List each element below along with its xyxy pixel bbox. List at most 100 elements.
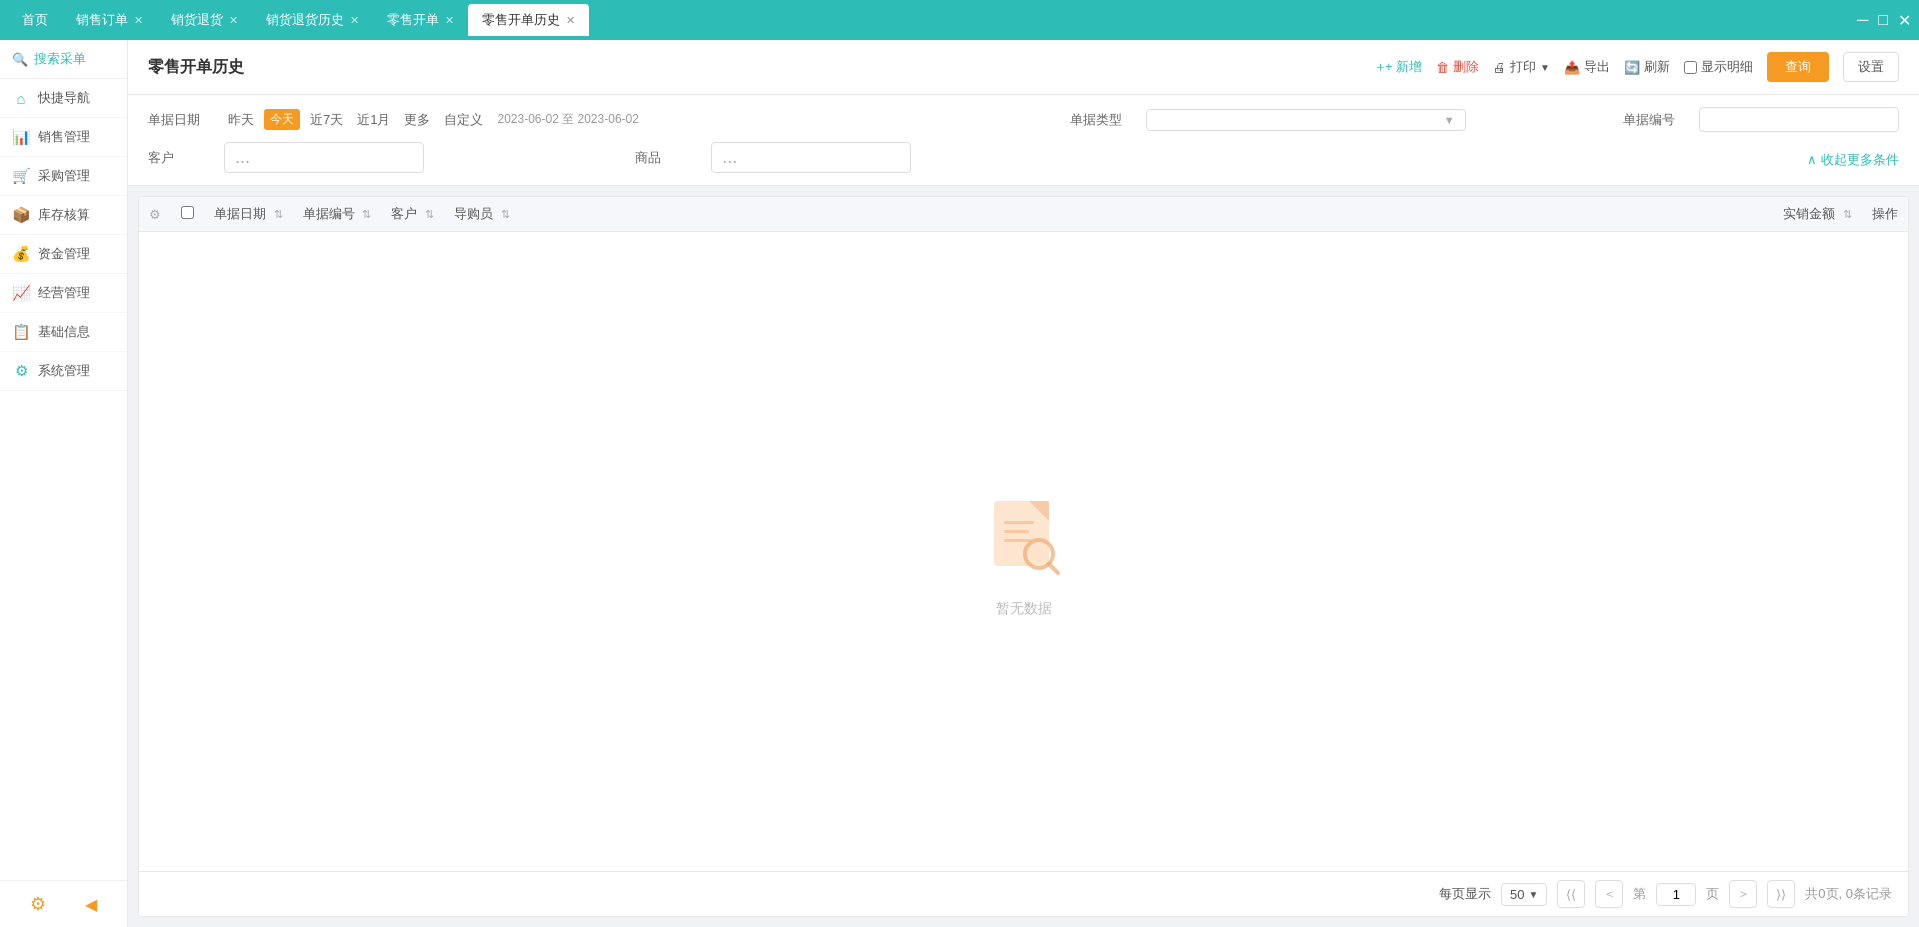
tab-sales-order[interactable]: 销售订单 ✕ <box>62 4 157 36</box>
page-number-input[interactable]: 1 <box>1656 883 1696 906</box>
tab-close-sales-order[interactable]: ✕ <box>134 14 143 27</box>
tab-sales-return[interactable]: 销货退货 ✕ <box>157 4 252 36</box>
add-button[interactable]: ＋ + 新增 <box>1374 58 1422 76</box>
sidebar-item-label: 采购管理 <box>38 167 90 185</box>
sidebar-bottom: ⚙ ◀ <box>0 880 127 927</box>
date-btn-last7[interactable]: 近7天 <box>306 109 347 131</box>
tab-close-sales-return-history[interactable]: ✕ <box>350 14 359 27</box>
setting-button[interactable]: 设置 <box>1843 52 1899 82</box>
filter-row-1: 单据日期 昨天 今天 近7天 近1月 更多 自定义 2023-06-02 至 2… <box>148 107 1899 132</box>
empty-text: 暂无数据 <box>996 600 1052 618</box>
select-all-checkbox[interactable] <box>181 206 194 219</box>
display-detail-checkbox[interactable]: 显示明细 <box>1684 58 1753 76</box>
sort-customer-icon: ⇅ <box>425 208 434 220</box>
type-select-arrow: ▼ <box>1444 114 1455 126</box>
table-area: ⚙ 单据日期 ⇅ 单据编号 ⇅ <box>138 196 1909 917</box>
content-area: 零售开单历史 ＋ + 新增 🗑 删除 🖨 打印 ▼ 📤 导出 <box>128 40 1919 927</box>
sidebar-item-operation[interactable]: 📈 经营管理 <box>0 274 127 313</box>
date-btn-last-month[interactable]: 近1月 <box>353 109 394 131</box>
tab-home[interactable]: 首页 <box>8 4 62 36</box>
th-number[interactable]: 单据编号 ⇅ <box>293 197 382 232</box>
tab-close-retail-open[interactable]: ✕ <box>445 14 454 27</box>
type-select[interactable]: ▼ <box>1146 109 1466 131</box>
sidebar-item-base-info[interactable]: 📋 基础信息 <box>0 313 127 352</box>
tab-close-retail-history[interactable]: ✕ <box>566 14 575 27</box>
th-salesperson[interactable]: 导购员 ⇅ <box>444 197 520 232</box>
settings-bottom-icon[interactable]: ⚙ <box>30 893 46 915</box>
sort-number-icon: ⇅ <box>362 208 371 220</box>
print-button[interactable]: 🖨 打印 ▼ <box>1493 58 1550 76</box>
inventory-icon: 📦 <box>12 206 30 224</box>
sidebar-item-label: 系统管理 <box>38 362 90 380</box>
sort-salesperson-icon: ⇅ <box>501 208 510 220</box>
delete-button[interactable]: 🗑 删除 <box>1436 58 1479 76</box>
date-btn-today[interactable]: 今天 <box>264 109 300 130</box>
sidebar: 🔍 搜索采单 ⌂ 快捷导航 📊 销售管理 🛒 采购管理 📦 库存核算 💰 资金管… <box>0 40 128 927</box>
date-btn-custom[interactable]: 自定义 <box>440 109 487 131</box>
sidebar-item-label: 经营管理 <box>38 284 90 302</box>
tab-retail-open[interactable]: 零售开单 ✕ <box>373 4 468 36</box>
chevron-up-icon: ∧ <box>1807 152 1817 167</box>
date-group: 昨天 今天 近7天 近1月 更多 自定义 2023-06-02 至 2023-0… <box>224 109 639 131</box>
sidebar-item-label: 库存核算 <box>38 206 90 224</box>
maximize-icon[interactable]: □ <box>1878 11 1888 29</box>
sidebar-item-system[interactable]: ⚙ 系统管理 <box>0 352 127 391</box>
purchase-icon: 🛒 <box>12 167 30 185</box>
sort-date-icon: ⇅ <box>274 208 283 220</box>
collapse-sidebar-icon[interactable]: ◀ <box>85 895 97 914</box>
print-dropdown-icon: ▼ <box>1540 62 1550 73</box>
tab-retail-history[interactable]: 零售开单历史 ✕ <box>468 4 589 36</box>
sidebar-item-purchase-mgmt[interactable]: 🛒 采购管理 <box>0 157 127 196</box>
per-page-dropdown-icon: ▼ <box>1528 889 1538 900</box>
prev-page-btn[interactable]: ＜ <box>1595 880 1623 908</box>
last-page-btn[interactable]: ⟩⟩ <box>1767 880 1795 908</box>
svg-rect-4 <box>1004 539 1032 542</box>
home-icon: ⌂ <box>12 90 30 107</box>
sidebar-item-inventory[interactable]: 📦 库存核算 <box>0 196 127 235</box>
export-button[interactable]: 📤 导出 <box>1564 58 1610 76</box>
header-actions: ＋ + 新增 🗑 删除 🖨 打印 ▼ 📤 导出 🔄 <box>1374 52 1899 82</box>
filter-row-2: 客户 ... 商品 ... ∧ 收起更多条件 <box>148 142 1899 173</box>
minimize-icon[interactable]: ─ <box>1857 11 1868 29</box>
next-page-btn[interactable]: ＞ <box>1729 880 1757 908</box>
th-amount[interactable]: 实销金额 ⇅ <box>1773 197 1862 232</box>
display-detail-check[interactable] <box>1684 61 1697 74</box>
sidebar-item-quick-nav[interactable]: ⌂ 快捷导航 <box>0 79 127 118</box>
close-icon[interactable]: ✕ <box>1898 11 1911 30</box>
export-icon: 📤 <box>1564 60 1580 75</box>
sidebar-item-finance[interactable]: 💰 资金管理 <box>0 235 127 274</box>
refresh-icon: 🔄 <box>1624 60 1640 75</box>
svg-rect-3 <box>1004 530 1029 533</box>
svg-line-7 <box>1049 564 1058 573</box>
goods-label: 商品 <box>635 149 691 167</box>
th-customer[interactable]: 客户 ⇅ <box>381 197 444 232</box>
top-tabbar: 首页 销售订单 ✕ 销货退货 ✕ 销货退货历史 ✕ 零售开单 ✕ 零售开单历史 … <box>0 0 1919 40</box>
top-right-icons: ─ □ ✕ <box>1857 11 1911 30</box>
tab-sales-return-history[interactable]: 销货退货历史 ✕ <box>252 4 373 36</box>
first-page-btn[interactable]: ⟨⟨ <box>1557 880 1585 908</box>
sidebar-item-label: 资金管理 <box>38 245 90 263</box>
sidebar-search[interactable]: 🔍 搜索采单 <box>0 40 127 79</box>
date-btn-more[interactable]: 更多 <box>400 109 434 131</box>
th-checkbox-all[interactable] <box>171 197 204 232</box>
number-input[interactable] <box>1699 107 1899 132</box>
sidebar-item-sales-mgmt[interactable]: 📊 销售管理 <box>0 118 127 157</box>
main-layout: 🔍 搜索采单 ⌂ 快捷导航 📊 销售管理 🛒 采购管理 📦 库存核算 💰 资金管… <box>0 40 1919 927</box>
collapse-btn[interactable]: ∧ 收起更多条件 <box>1807 151 1899 169</box>
th-settings[interactable]: ⚙ <box>139 197 171 232</box>
tab-close-sales-return[interactable]: ✕ <box>229 14 238 27</box>
per-page-select[interactable]: 50 ▼ <box>1501 883 1547 906</box>
query-button[interactable]: 查询 <box>1767 52 1829 82</box>
system-icon: ⚙ <box>12 362 30 380</box>
sales-icon: 📊 <box>12 128 30 146</box>
per-page-label: 每页显示 <box>1439 885 1491 903</box>
th-date[interactable]: 单据日期 ⇅ <box>204 197 293 232</box>
goods-select[interactable]: ... <box>711 142 911 173</box>
refresh-button[interactable]: 🔄 刷新 <box>1624 58 1670 76</box>
empty-state: 暂无数据 <box>139 232 1908 871</box>
customer-select[interactable]: ... <box>224 142 424 173</box>
customer-label: 客户 <box>148 149 204 167</box>
table-settings-icon[interactable]: ⚙ <box>149 207 161 222</box>
date-btn-yesterday[interactable]: 昨天 <box>224 109 258 131</box>
search-icon: 🔍 <box>12 52 28 67</box>
